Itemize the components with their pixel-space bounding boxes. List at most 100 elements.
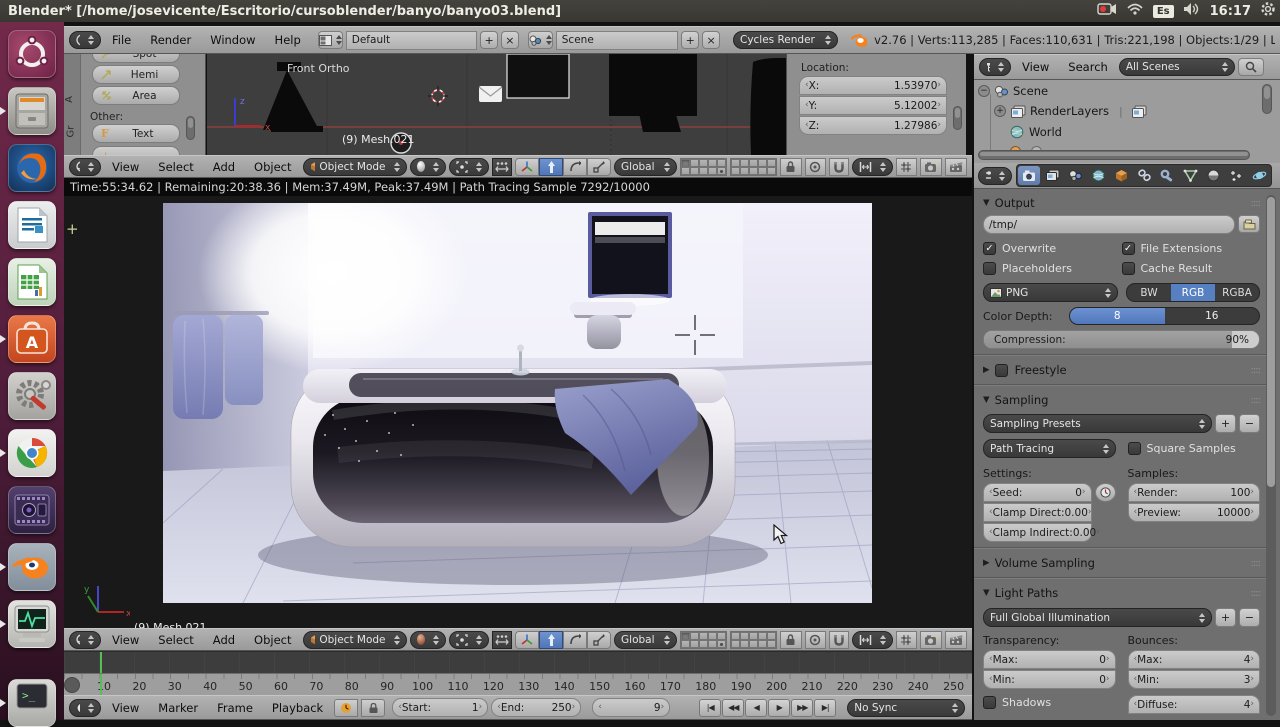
- output-path-field[interactable]: /tmp/: [983, 215, 1235, 234]
- remove-preset-button[interactable]: −: [1239, 414, 1260, 433]
- depth-8-button[interactable]: 8: [1070, 308, 1165, 324]
- layer-cell[interactable]: [690, 167, 699, 175]
- pivot-point-select[interactable]: [449, 158, 489, 176]
- editor-type-3dview-button[interactable]: [69, 158, 101, 176]
- increment-icon[interactable]: ›: [479, 703, 483, 712]
- panel-drag-dots-icon[interactable]: ::::: [1251, 558, 1260, 569]
- translate-manipulator-button[interactable]: [539, 631, 563, 649]
- menu-marker[interactable]: Marker: [150, 701, 206, 715]
- editor-type-outliner-button[interactable]: [979, 58, 1011, 76]
- tool-shelf-scrollbar[interactable]: [186, 116, 195, 140]
- outliner-vscrollbar[interactable]: [1262, 84, 1272, 114]
- timeline-track[interactable]: [64, 651, 972, 673]
- properties-scrollbar-thumb[interactable]: [1267, 197, 1275, 487]
- overwrite-checkbox[interactable]: ✓ Overwrite: [983, 242, 1122, 255]
- tab-world[interactable]: [1087, 166, 1109, 185]
- prev-keyframe-button[interactable]: ◀◀: [722, 699, 744, 717]
- tab-material[interactable]: [1202, 166, 1224, 185]
- outliner-row-renderlayers[interactable]: + RenderLayers |: [994, 104, 1147, 118]
- launcher-file-cabinet[interactable]: [8, 87, 56, 135]
- lamp-spot-button[interactable]: Spot: [92, 54, 180, 63]
- launcher-blender[interactable]: [8, 543, 56, 591]
- layer-cell[interactable]: [749, 640, 758, 648]
- scene-name-field[interactable]: Scene: [556, 31, 679, 50]
- menu-frame[interactable]: Frame: [209, 701, 261, 715]
- screen-layout-icon-button[interactable]: [318, 31, 343, 49]
- outliner-display-mode-select[interactable]: All Scenes: [1119, 58, 1235, 76]
- clamp-indirect-field[interactable]: ‹ Clamp Indirect: 0.00 ›: [983, 523, 1092, 542]
- tab-particles[interactable]: [1225, 166, 1247, 185]
- launcher-media-player[interactable]: [8, 486, 56, 534]
- panel-drag-dots-icon[interactable]: ::::: [1251, 395, 1260, 406]
- light-paths-preset-select[interactable]: Full Global Illumination: [983, 608, 1212, 627]
- tab-modifiers[interactable]: [1156, 166, 1178, 185]
- tab-scene[interactable]: [1064, 166, 1086, 185]
- editor-type-3dview-button[interactable]: [69, 631, 101, 649]
- layer-cell[interactable]: [758, 167, 767, 175]
- outliner-item-label[interactable]: RenderLayers: [1030, 104, 1109, 118]
- viewport-shading-select[interactable]: [410, 631, 446, 649]
- layer-cell[interactable]: [731, 159, 740, 167]
- proportional-edit-button[interactable]: [805, 158, 826, 176]
- integrator-select[interactable]: Path Tracing: [983, 439, 1116, 458]
- clamp-direct-field[interactable]: ‹ Clamp Direct: 0.00 ›: [983, 503, 1092, 522]
- tab-physics[interactable]: [1248, 166, 1270, 185]
- layer-cell[interactable]: [749, 167, 758, 175]
- snap-peel-button[interactable]: [896, 631, 917, 649]
- add-preset-button[interactable]: +: [1215, 608, 1236, 627]
- transparency-max-field[interactable]: ‹ Max: 0 ›: [983, 650, 1116, 669]
- menu-select[interactable]: Select: [150, 160, 201, 174]
- scene-icon-button[interactable]: [528, 31, 553, 49]
- increment-icon[interactable]: ›: [1250, 508, 1254, 517]
- expand-icon[interactable]: +: [994, 105, 1006, 117]
- checkbox-unchecked-icon[interactable]: [1122, 262, 1135, 275]
- layers-grid-1[interactable]: [680, 631, 727, 649]
- opengl-render-anim-button[interactable]: [945, 631, 967, 649]
- panel-drag-dots-icon[interactable]: ::::: [1251, 198, 1260, 209]
- bounces-min-field[interactable]: ‹ Min: 3 ›: [1128, 670, 1261, 689]
- increment-icon[interactable]: ›: [572, 703, 576, 712]
- layer-cell[interactable]: [758, 640, 767, 648]
- tab-render[interactable]: [1018, 166, 1040, 185]
- scale-manipulator-button[interactable]: [587, 158, 611, 176]
- sync-mode-select[interactable]: No Sync: [847, 699, 965, 717]
- layer-cell[interactable]: [749, 632, 758, 640]
- n-panel-scrollbar[interactable]: [953, 106, 962, 130]
- current-frame-line[interactable]: [100, 652, 102, 674]
- checkbox-unchecked-icon[interactable]: [995, 364, 1008, 377]
- increment-icon[interactable]: ›: [937, 81, 941, 90]
- layer-cell[interactable]: [749, 159, 758, 167]
- lock-to-scene-button[interactable]: [780, 158, 802, 176]
- panel-expand-icon[interactable]: ▼: [983, 395, 990, 405]
- ruler-scroll-cap[interactable]: [64, 677, 80, 693]
- layer-cell[interactable]: [699, 159, 708, 167]
- layer-cell[interactable]: [717, 167, 726, 175]
- menu-object[interactable]: Object: [246, 160, 299, 174]
- menu-select[interactable]: Select: [150, 633, 201, 647]
- menu-view[interactable]: View: [104, 701, 147, 715]
- checkbox-unchecked-icon[interactable]: [983, 262, 996, 275]
- panel-expand-icon[interactable]: ▼: [983, 588, 990, 598]
- close-layout-button[interactable]: ×: [501, 31, 519, 49]
- layer-cell[interactable]: [690, 632, 699, 640]
- tool-shelf-tab[interactable]: A: [64, 96, 75, 103]
- depth-16-button[interactable]: 16: [1165, 308, 1260, 324]
- translate-axes-button[interactable]: [515, 631, 539, 649]
- panel-drag-dots-icon[interactable]: ::::: [1251, 588, 1260, 599]
- outliner-row-world[interactable]: World: [1010, 125, 1062, 139]
- location-x-field[interactable]: ‹ X: 1.53970 ›: [799, 76, 947, 95]
- channel-rgba-button[interactable]: RGBA: [1215, 284, 1259, 301]
- viewport-shading-select[interactable]: [410, 158, 446, 176]
- proportional-edit-button[interactable]: [805, 631, 826, 649]
- tab-render-layers[interactable]: [1041, 166, 1063, 185]
- layer-cell[interactable]: [767, 159, 776, 167]
- snap-element-select[interactable]: [852, 158, 893, 176]
- panel-drag-dots-icon[interactable]: ::::: [1251, 365, 1260, 376]
- channel-bw-button[interactable]: BW: [1127, 284, 1171, 301]
- snap-toggle-button[interactable]: [829, 158, 850, 176]
- increment-icon[interactable]: ›: [1096, 528, 1100, 537]
- increment-icon[interactable]: ›: [937, 101, 941, 110]
- pivot-point-select[interactable]: [449, 631, 489, 649]
- volume-icon[interactable]: [1183, 2, 1201, 20]
- compression-slider[interactable]: Compression: 90%: [983, 330, 1260, 349]
